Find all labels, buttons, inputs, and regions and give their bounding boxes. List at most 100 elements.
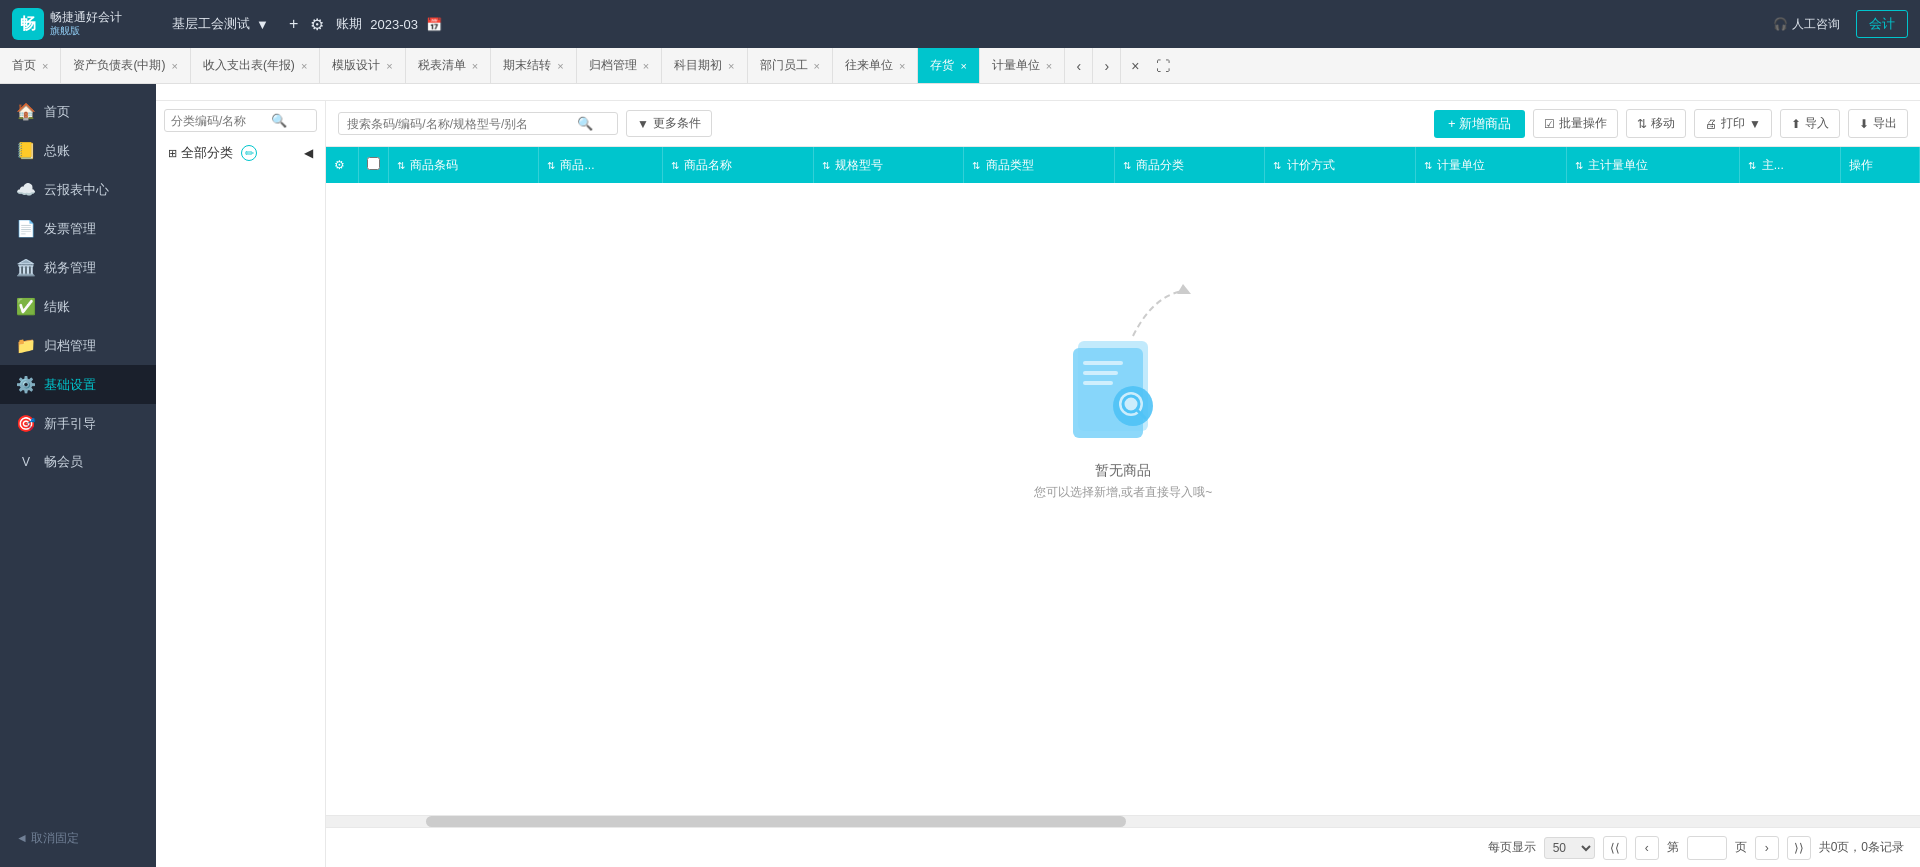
next-page-btn[interactable]: ›	[1755, 836, 1779, 860]
content-inner: 🔍 ⊞ 全部分类 ✏ ◀ 🔍 ▼	[156, 101, 1920, 867]
empty-doc-icon	[1068, 336, 1178, 446]
tab-archive-close[interactable]: ×	[643, 60, 649, 72]
col-type[interactable]: ⇅ 商品类型	[964, 147, 1115, 183]
filter-button[interactable]: ▼ 更多条件	[626, 110, 712, 137]
sidebar-item-close-label: 结账	[44, 298, 70, 316]
horizontal-scrollbar[interactable]	[326, 815, 1920, 827]
tab-home-close[interactable]: ×	[42, 60, 48, 72]
col-category[interactable]: ⇅ 商品分类	[1114, 147, 1265, 183]
sidebar-item-basic-settings[interactable]: ⚙️ 基础设置	[0, 365, 156, 404]
col-code[interactable]: ⇅ 商品...	[539, 147, 663, 183]
col-name[interactable]: ⇅ 商品名称	[662, 147, 813, 183]
tab-inventory-close[interactable]: ×	[960, 60, 966, 72]
add-icon[interactable]: +	[289, 15, 298, 33]
col-spec[interactable]: ⇅ 规格型号	[813, 147, 964, 183]
tab-dept[interactable]: 部门员工 ×	[748, 48, 833, 83]
prev-page-btn[interactable]: ‹	[1635, 836, 1659, 860]
sidebar-item-ledger[interactable]: 📒 总账	[0, 131, 156, 170]
product-table: ⚙ ⇅ 商品条码 ⇅	[326, 147, 1920, 183]
service-button[interactable]: 🎧 人工咨询	[1765, 12, 1848, 37]
move-button[interactable]: ⇅ 移动	[1626, 109, 1686, 138]
table-scroll-container[interactable]: ⚙ ⇅ 商品条码 ⇅	[326, 147, 1920, 815]
tab-tax[interactable]: 税表清单 ×	[406, 48, 491, 83]
tab-balance-sheet-label: 资产负债表(中期)	[73, 57, 165, 74]
sidebar-item-cloud-report[interactable]: ☁️ 云报表中心	[0, 170, 156, 209]
main-search-icon[interactable]: 🔍	[577, 116, 593, 131]
select-all-checkbox[interactable]	[367, 157, 380, 170]
sidebar-item-member[interactable]: V 畅会员	[0, 443, 156, 481]
company-selector[interactable]: 基层工会测试 ▼	[164, 11, 277, 37]
calendar-icon[interactable]: 📅	[426, 17, 442, 32]
tab-tax-label: 税表清单	[418, 57, 466, 74]
tab-dept-close[interactable]: ×	[814, 60, 820, 72]
main-search-input[interactable]	[347, 117, 577, 131]
tab-archive[interactable]: 归档管理 ×	[577, 48, 662, 83]
tab-home[interactable]: 首页 ×	[0, 48, 61, 83]
col-price-method[interactable]: ⇅ 计价方式	[1265, 147, 1416, 183]
print-button[interactable]: 🖨 打印 ▼	[1694, 109, 1772, 138]
empty-illustration	[1023, 266, 1223, 446]
tab-income-close[interactable]: ×	[301, 60, 307, 72]
tab-subject-close[interactable]: ×	[728, 60, 734, 72]
category-search-input[interactable]	[171, 114, 271, 128]
sidebar-unpin-btn[interactable]: ◄ 取消固定	[0, 818, 156, 859]
edit-icon[interactable]: ✏	[241, 145, 257, 161]
tab-subject[interactable]: 科目期初 ×	[662, 48, 747, 83]
tab-expand-btn[interactable]: ⛶	[1149, 48, 1177, 83]
print-icon: 🖨	[1705, 117, 1717, 131]
sidebar-item-home[interactable]: 🏠 首页	[0, 92, 156, 131]
sidebar-item-member-label: 畅会员	[44, 453, 83, 471]
tab-inventory[interactable]: 存货 ×	[918, 48, 979, 83]
col-main-unit[interactable]: ⇅ 主计量单位	[1566, 147, 1740, 183]
per-page-select[interactable]: 50 10 20 100	[1544, 837, 1595, 859]
col-settings-icon[interactable]: ⚙	[334, 158, 345, 172]
col-checkbox[interactable]	[358, 147, 388, 183]
tab-prev-btn[interactable]: ‹	[1065, 48, 1093, 83]
tab-unit[interactable]: 计量单位 ×	[980, 48, 1065, 83]
category-search-icon[interactable]: 🔍	[271, 113, 287, 128]
page-number-input[interactable]: 1	[1687, 836, 1727, 860]
tab-close-all-btn[interactable]: ×	[1121, 48, 1149, 83]
sidebar-item-close[interactable]: ✅ 结账	[0, 287, 156, 326]
import-button[interactable]: ⬆ 导入	[1780, 109, 1840, 138]
tab-unit-close[interactable]: ×	[1046, 60, 1052, 72]
tab-balance-sheet[interactable]: 资产负债表(中期) ×	[61, 48, 190, 83]
first-page-btn[interactable]: ⟨⟨	[1603, 836, 1627, 860]
tab-income[interactable]: 收入支出表(年报) ×	[191, 48, 320, 83]
tab-next-btn[interactable]: ›	[1093, 48, 1121, 83]
total-label: 共0页，0条记录	[1819, 839, 1904, 856]
logo-text: 畅捷通好会计	[50, 10, 122, 24]
settings-icon[interactable]: ⚙	[310, 15, 324, 34]
batch-icon: ☑	[1544, 117, 1555, 131]
add-product-button[interactable]: + 新增商品	[1434, 110, 1525, 138]
sidebar-item-archive[interactable]: 📁 归档管理	[0, 326, 156, 365]
export-button[interactable]: ⬇ 导出	[1848, 109, 1908, 138]
tab-contacts-close[interactable]: ×	[899, 60, 905, 72]
archive-icon: 📁	[16, 336, 36, 355]
account-button[interactable]: 会计	[1856, 10, 1908, 38]
tab-tax-close[interactable]: ×	[472, 60, 478, 72]
tab-period-end-close[interactable]: ×	[557, 60, 563, 72]
scrollbar-thumb[interactable]	[426, 816, 1126, 827]
col-main-short[interactable]: ⇅ 主...	[1740, 147, 1841, 183]
tab-balance-close[interactable]: ×	[171, 60, 177, 72]
sidebar-item-cloud-report-label: 云报表中心	[44, 181, 109, 199]
tab-contacts[interactable]: 往来单位 ×	[833, 48, 918, 83]
close-period-icon: ✅	[16, 297, 36, 316]
tab-bar: 首页 × 资产负债表(中期) × 收入支出表(年报) × 模版设计 × 税表清单…	[0, 48, 1920, 84]
last-page-btn[interactable]: ⟩⟩	[1787, 836, 1811, 860]
batch-operation-button[interactable]: ☑ 批量操作	[1533, 109, 1618, 138]
sidebar-item-guide[interactable]: 🎯 新手引导	[0, 404, 156, 443]
col-unit[interactable]: ⇅ 计量单位	[1416, 147, 1567, 183]
sidebar-item-tax[interactable]: 🏛️ 税务管理	[0, 248, 156, 287]
collapse-icon[interactable]: ◀	[304, 146, 313, 160]
col-barcode[interactable]: ⇅ 商品条码	[388, 147, 539, 183]
category-header[interactable]: ⊞ 全部分类 ✏ ◀	[164, 140, 317, 166]
sidebar-item-invoice[interactable]: 📄 发票管理	[0, 209, 156, 248]
ledger-icon: 📒	[16, 141, 36, 160]
tab-template-close[interactable]: ×	[386, 60, 392, 72]
col-settings[interactable]: ⚙	[326, 147, 358, 183]
cloud-icon: ☁️	[16, 180, 36, 199]
tab-template[interactable]: 模版设计 ×	[320, 48, 405, 83]
tab-period-end[interactable]: 期末结转 ×	[491, 48, 576, 83]
